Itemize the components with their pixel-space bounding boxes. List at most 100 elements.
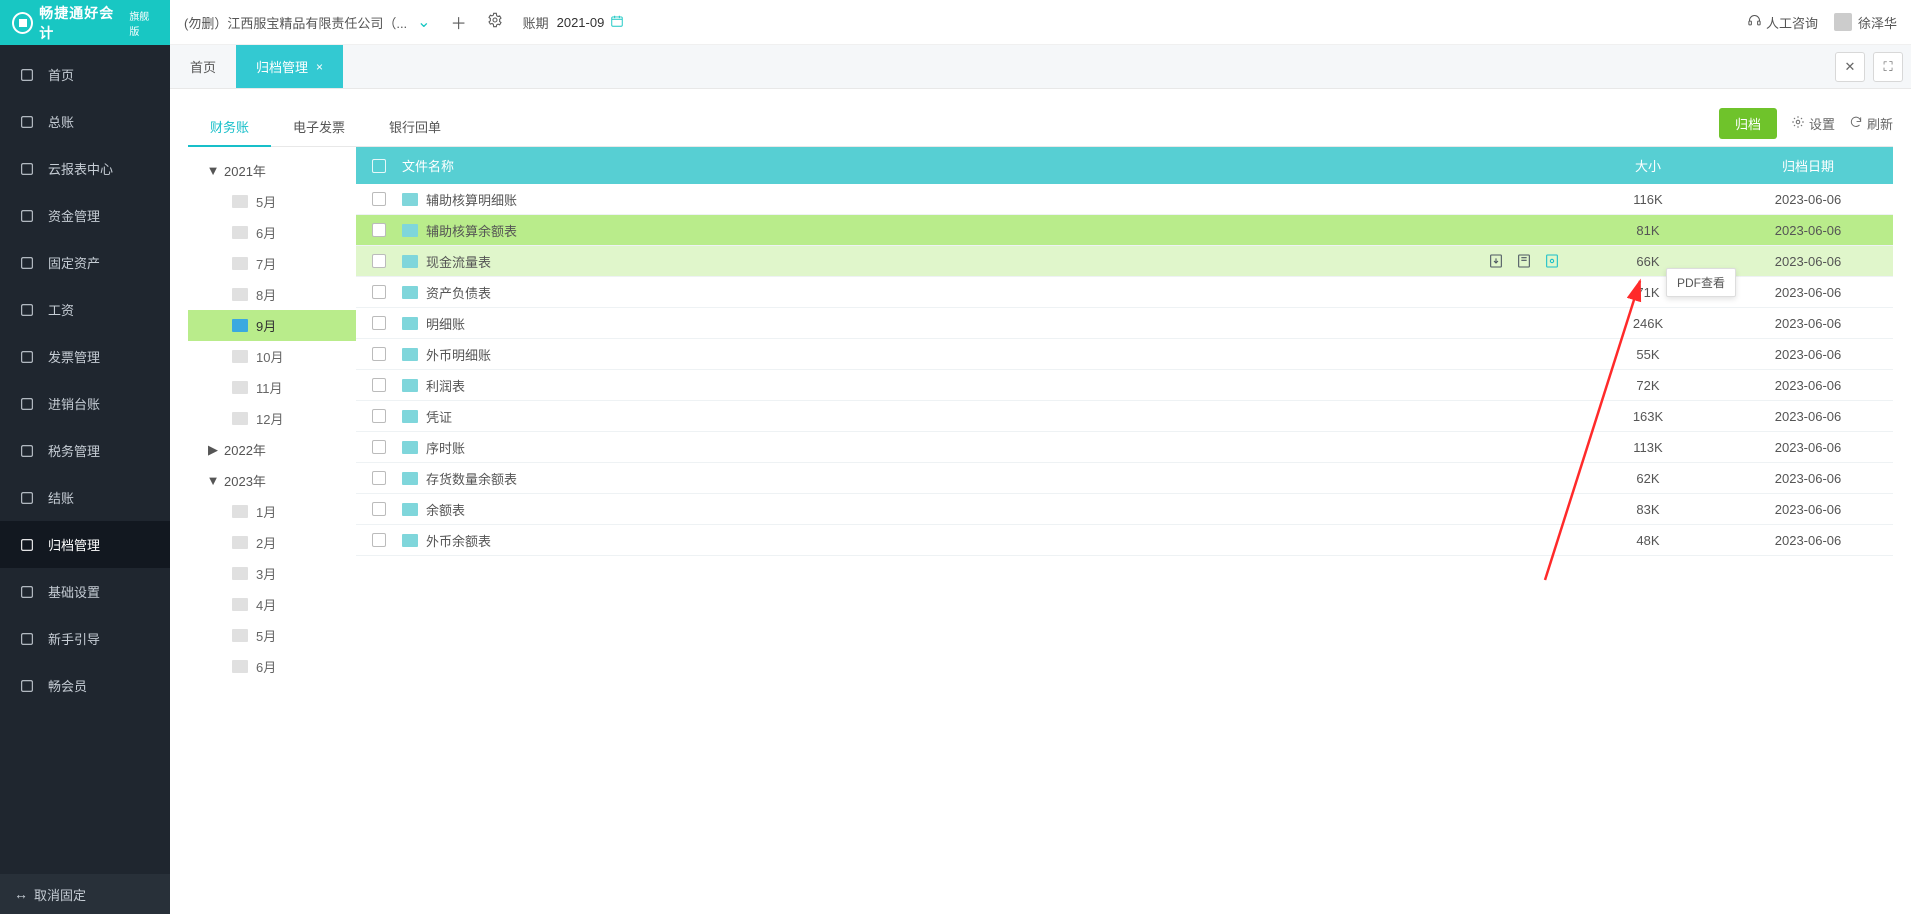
row-checkbox[interactable] <box>372 254 386 268</box>
tree-month[interactable]: 8月 <box>188 279 356 310</box>
col-date-label: 归档日期 <box>1723 156 1893 175</box>
row-checkbox[interactable] <box>372 378 386 392</box>
sidebar-item-ledger[interactable]: 总账 <box>0 98 170 145</box>
sidebar-item-assets[interactable]: 固定资产 <box>0 239 170 286</box>
file-size: 113K <box>1573 440 1723 455</box>
add-company-icon[interactable]: ＋ <box>451 10 467 34</box>
table-row[interactable]: 余额表83K2023-06-06 <box>356 494 1893 525</box>
export-excel-icon[interactable] <box>1487 252 1505 270</box>
table-row[interactable]: 现金流量表66K2023-06-06 <box>356 246 1893 277</box>
file-name: 外币余额表 <box>426 531 491 550</box>
tree-month[interactable]: 5月 <box>188 186 356 217</box>
tree-year-label: 2021年 <box>224 161 266 180</box>
subtab[interactable]: 财务账 <box>188 107 271 146</box>
sidebar-item-invoice[interactable]: 发票管理 <box>0 333 170 380</box>
tree-month[interactable]: 1月 <box>188 496 356 527</box>
file-name: 辅助核算明细账 <box>426 190 517 209</box>
row-checkbox[interactable] <box>372 192 386 206</box>
sidebar-item-member[interactable]: 畅会员 <box>0 662 170 709</box>
brand-subtitle: 旗舰版 <box>129 8 158 38</box>
sidebar-item-archive[interactable]: 归档管理 <box>0 521 170 568</box>
user-menu[interactable]: 徐泽华 <box>1834 13 1897 32</box>
sidebar-item-chart[interactable]: 云报表中心 <box>0 145 170 192</box>
row-checkbox[interactable] <box>372 440 386 454</box>
tree-month[interactable]: 11月 <box>188 372 356 403</box>
tree-month[interactable]: 2月 <box>188 527 356 558</box>
company-chevron-icon[interactable]: ⌄ <box>417 12 430 32</box>
table-row[interactable]: 明细账246K2023-06-06 <box>356 308 1893 339</box>
row-checkbox[interactable] <box>372 285 386 299</box>
tab-close-icon[interactable]: × <box>316 60 323 74</box>
tree-month[interactable]: 12月 <box>188 403 356 434</box>
settings-link[interactable]: 设置 <box>1791 114 1835 133</box>
archive-date: 2023-06-06 <box>1723 471 1893 486</box>
table-row[interactable]: 利润表72K2023-06-06 <box>356 370 1893 401</box>
tree-year-label: 2023年 <box>224 471 266 490</box>
tree-month[interactable]: 3月 <box>188 558 356 589</box>
row-checkbox[interactable] <box>372 409 386 423</box>
tab[interactable]: 首页 <box>170 45 236 88</box>
select-all-checkbox[interactable] <box>372 159 386 173</box>
sidebar-item-label: 云报表中心 <box>48 159 113 178</box>
tree-month-label: 4月 <box>256 595 276 614</box>
table-row[interactable]: 存货数量余额表62K2023-06-06 <box>356 463 1893 494</box>
refresh-label: 刷新 <box>1867 114 1893 133</box>
subtab[interactable]: 银行回单 <box>367 107 463 146</box>
tree-month[interactable]: 5月 <box>188 620 356 651</box>
tree-year[interactable]: ▼2023年 <box>188 465 356 496</box>
sidebar-item-close-period[interactable]: 结账 <box>0 474 170 521</box>
calendar-icon[interactable] <box>610 14 624 31</box>
table-row[interactable]: 外币余额表48K2023-06-06 <box>356 525 1893 556</box>
company-selector[interactable]: (勿删）江西服宝精品有限责任公司（... <box>184 13 407 32</box>
funds-icon <box>18 207 36 225</box>
tree-month[interactable]: 7月 <box>188 248 356 279</box>
row-checkbox[interactable] <box>372 223 386 237</box>
folder-icon <box>232 629 248 642</box>
tree-month[interactable]: 4月 <box>188 589 356 620</box>
tree-year[interactable]: ▼2021年 <box>188 155 356 186</box>
sidebar-item-settings[interactable]: 基础设置 <box>0 568 170 615</box>
consult-link[interactable]: 人工咨询 <box>1747 13 1818 32</box>
file-size: 116K <box>1573 192 1723 207</box>
sidebar-item-guide[interactable]: 新手引导 <box>0 615 170 662</box>
company-settings-icon[interactable] <box>487 12 503 33</box>
row-checkbox[interactable] <box>372 471 386 485</box>
tabstrip-fullscreen-button[interactable]: ⛶ <box>1873 52 1903 82</box>
table-row[interactable]: 凭证163K2023-06-06 <box>356 401 1893 432</box>
tree-month[interactable]: 6月 <box>188 217 356 248</box>
export-pdf-icon[interactable] <box>1515 252 1533 270</box>
sidebar-item-inventory[interactable]: 进销台账 <box>0 380 170 427</box>
row-checkbox[interactable] <box>372 316 386 330</box>
table-row[interactable]: 辅助核算余额表81K2023-06-06 <box>356 215 1893 246</box>
headset-icon <box>1747 13 1762 31</box>
sidebar-item-funds[interactable]: 资金管理 <box>0 192 170 239</box>
tree-month[interactable]: 6月 <box>188 651 356 682</box>
table-row[interactable]: 序时账113K2023-06-06 <box>356 432 1893 463</box>
tree-month-label: 10月 <box>256 347 283 366</box>
tree-month-label: 7月 <box>256 254 276 273</box>
table-row[interactable]: 辅助核算明细账116K2023-06-06 <box>356 184 1893 215</box>
close-period-icon <box>18 489 36 507</box>
row-checkbox[interactable] <box>372 502 386 516</box>
file-size: 55K <box>1573 347 1723 362</box>
tab[interactable]: 归档管理× <box>236 45 343 88</box>
table-row[interactable]: 资产负债表71K2023-06-06 <box>356 277 1893 308</box>
refresh-link[interactable]: 刷新 <box>1849 114 1893 133</box>
sidebar-item-home[interactable]: 首页 <box>0 51 170 98</box>
tree-month[interactable]: 10月 <box>188 341 356 372</box>
tree-month[interactable]: 9月 <box>188 310 356 341</box>
pdf-view-icon[interactable] <box>1543 252 1561 270</box>
archive-button[interactable]: 归档 <box>1719 108 1777 139</box>
tree-year[interactable]: ▶2022年 <box>188 434 356 465</box>
sidebar-unpin[interactable]: ↔ 取消固定 <box>0 874 170 914</box>
subtab[interactable]: 电子发票 <box>271 107 367 146</box>
tree-month-label: 6月 <box>256 657 276 676</box>
row-checkbox[interactable] <box>372 347 386 361</box>
period-value[interactable]: 2021-09 <box>557 15 605 30</box>
sidebar-item-payroll[interactable]: 工资 <box>0 286 170 333</box>
sidebar-item-tax[interactable]: 税务管理 <box>0 427 170 474</box>
invoice-icon <box>18 348 36 366</box>
table-row[interactable]: 外币明细账55K2023-06-06 <box>356 339 1893 370</box>
tabstrip-close-button[interactable]: ✕ <box>1835 52 1865 82</box>
row-checkbox[interactable] <box>372 533 386 547</box>
